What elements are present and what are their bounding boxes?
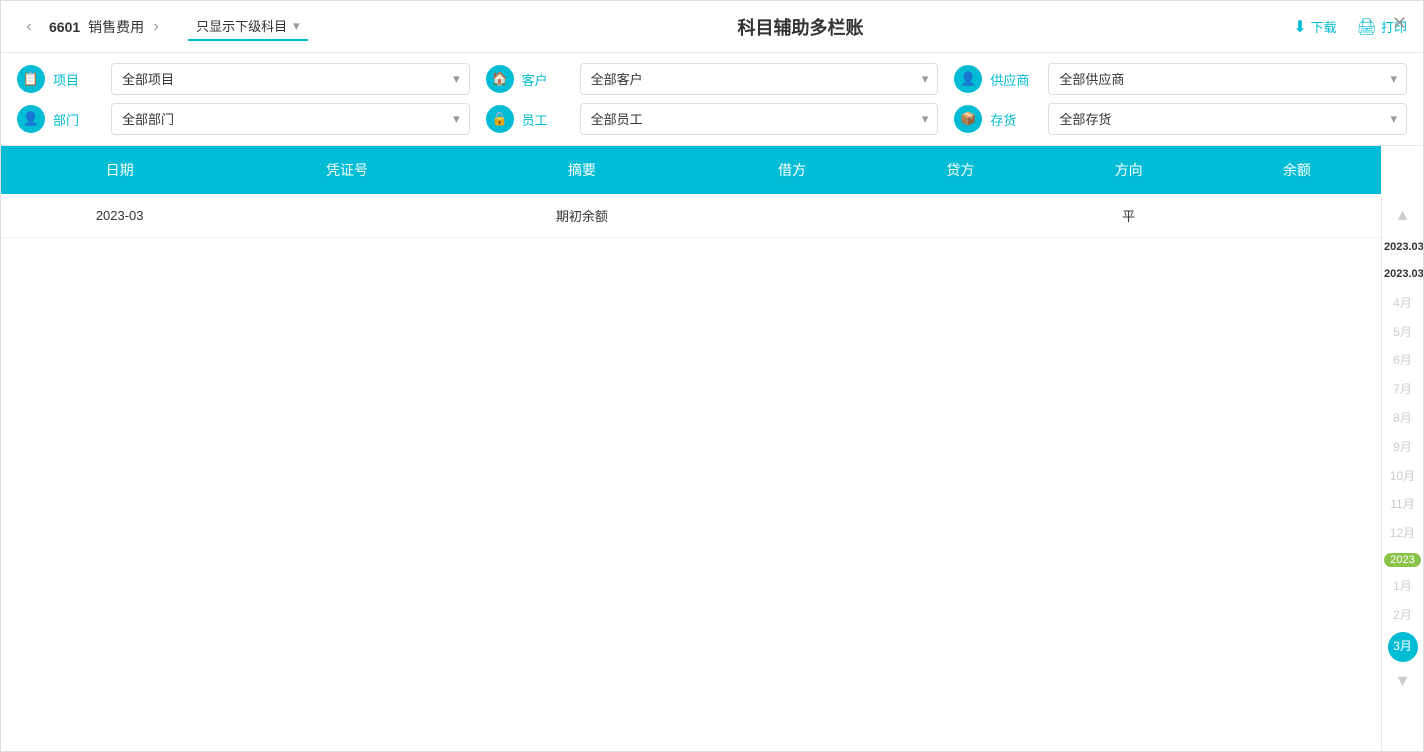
col-balance: 余额	[1213, 146, 1381, 194]
filter-area: 📋 项目 全部项目 🏠 客户 全部客户	[1, 53, 1423, 146]
cell-summary: 期初余额	[456, 194, 708, 238]
close-button[interactable]: ✕	[1392, 13, 1407, 34]
show-sub-accounts-button[interactable]: 只显示下级科目 ▾	[188, 12, 308, 41]
chevron-down-icon: ▾	[293, 18, 300, 34]
filter-btn-label: 只显示下级科目	[196, 16, 287, 35]
next-account-button[interactable]: ›	[144, 15, 168, 39]
col-summary: 摘要	[456, 146, 708, 194]
timeline-month-9[interactable]: 9月	[1382, 433, 1423, 462]
account-code: 6601	[49, 19, 80, 35]
timeline-month-1[interactable]: 1月	[1382, 572, 1423, 601]
timeline-scroll-down-button[interactable]: ▼	[1389, 668, 1417, 696]
inventory-filter: 📦 存货 全部存货	[954, 103, 1407, 135]
col-credit: 贷方	[876, 146, 1044, 194]
dept-icon: 👤	[17, 105, 45, 133]
dept-label: 部门	[53, 110, 103, 129]
timeline-month-7[interactable]: 7月	[1382, 375, 1423, 404]
timeline-period-2[interactable]: 2023.03	[1382, 261, 1423, 288]
supplier-icon: 👤	[954, 65, 982, 93]
header: ‹ 6601 销售费用 › 只显示下级科目 ▾ 科目辅助多栏账 ⬇ 下载 🖨 打…	[1, 1, 1423, 53]
cell-voucher	[238, 194, 455, 238]
project-select[interactable]: 全部项目	[111, 63, 470, 95]
customer-icon: 🏠	[486, 65, 514, 93]
dept-select-wrapper: 全部部门	[111, 103, 470, 135]
cell-direction: 平	[1045, 194, 1213, 238]
inventory-icon: 📦	[954, 105, 982, 133]
page-title: 科目辅助多栏账	[308, 14, 1294, 40]
data-table: 日期 凭证号 摘要 借方 贷方 方向 余额 2023-03 期初余额	[1, 146, 1381, 238]
timeline-month-3-active[interactable]: 3月	[1388, 632, 1418, 662]
project-select-wrapper: 全部项目	[111, 63, 470, 95]
print-icon: 🖨	[1357, 17, 1377, 37]
main-window: ‹ 6601 销售费用 › 只显示下级科目 ▾ 科目辅助多栏账 ⬇ 下载 🖨 打…	[0, 0, 1424, 752]
timeline-month-5[interactable]: 5月	[1382, 318, 1423, 347]
col-voucher: 凭证号	[238, 146, 455, 194]
supplier-label: 供应商	[990, 70, 1040, 89]
employee-select-wrapper: 全部员工	[580, 103, 939, 135]
prev-account-button[interactable]: ‹	[17, 15, 41, 39]
table-row[interactable]: 2023-03 期初余额 平	[1, 194, 1381, 238]
cell-date: 2023-03	[1, 194, 238, 238]
customer-filter: 🏠 客户 全部客户	[486, 63, 939, 95]
inventory-label: 存货	[990, 110, 1040, 129]
project-icon: 📋	[17, 65, 45, 93]
account-name: 销售费用	[88, 17, 144, 37]
supplier-filter: 👤 供应商 全部供应商	[954, 63, 1407, 95]
customer-select[interactable]: 全部客户	[580, 63, 939, 95]
timeline-month-8[interactable]: 8月	[1382, 404, 1423, 433]
timeline-scroll-up-button[interactable]: ▲	[1389, 202, 1417, 230]
download-button[interactable]: ⬇ 下载	[1293, 17, 1336, 37]
timeline-month-4[interactable]: 4月	[1382, 289, 1423, 318]
cell-balance	[1213, 194, 1381, 238]
timeline-period-1[interactable]: 2023.03	[1382, 234, 1423, 261]
employee-icon: 🔒	[486, 105, 514, 133]
header-actions: ⬇ 下载 🖨 打印	[1293, 17, 1407, 37]
timeline-month-11[interactable]: 11月	[1382, 490, 1423, 519]
employee-label: 员工	[522, 110, 572, 129]
inventory-select-wrapper: 全部存货	[1048, 103, 1407, 135]
customer-select-wrapper: 全部客户	[580, 63, 939, 95]
year-badge[interactable]: 2023	[1384, 553, 1420, 567]
dept-select[interactable]: 全部部门	[111, 103, 470, 135]
timeline-month-6[interactable]: 6月	[1382, 346, 1423, 375]
timeline-month-2[interactable]: 2月	[1382, 601, 1423, 630]
col-date: 日期	[1, 146, 238, 194]
project-label: 项目	[53, 70, 103, 89]
customer-label: 客户	[522, 70, 572, 89]
filter-row-1: 📋 项目 全部项目 🏠 客户 全部客户	[17, 63, 1407, 95]
side-timeline: ▲ 2023.03 2023.03 4月 5月 6月 7月 8月 9月 10月 …	[1381, 198, 1423, 752]
cell-debit	[708, 194, 876, 238]
filter-row-2: 👤 部门 全部部门 🔒 员工 全部员工	[17, 103, 1407, 135]
supplier-select[interactable]: 全部供应商	[1048, 63, 1407, 95]
employee-filter: 🔒 员工 全部员工	[486, 103, 939, 135]
table-header-row: 日期 凭证号 摘要 借方 贷方 方向 余额	[1, 146, 1381, 194]
year-badge-wrapper: 2023	[1384, 551, 1420, 569]
inventory-select[interactable]: 全部存货	[1048, 103, 1407, 135]
content-area: 日期 凭证号 摘要 借方 贷方 方向 余额 2023-03 期初余额	[1, 146, 1423, 752]
supplier-select-wrapper: 全部供应商	[1048, 63, 1407, 95]
cell-credit	[876, 194, 1044, 238]
dept-filter: 👤 部门 全部部门	[17, 103, 470, 135]
col-debit: 借方	[708, 146, 876, 194]
employee-select[interactable]: 全部员工	[580, 103, 939, 135]
project-filter: 📋 项目 全部项目	[17, 63, 470, 95]
table-wrapper[interactable]: 日期 凭证号 摘要 借方 贷方 方向 余额 2023-03 期初余额	[1, 146, 1381, 738]
col-direction: 方向	[1045, 146, 1213, 194]
download-label: 下载	[1311, 17, 1337, 36]
download-icon: ⬇	[1293, 17, 1306, 37]
timeline-month-12[interactable]: 12月	[1382, 519, 1423, 548]
timeline-month-10[interactable]: 10月	[1382, 462, 1423, 491]
